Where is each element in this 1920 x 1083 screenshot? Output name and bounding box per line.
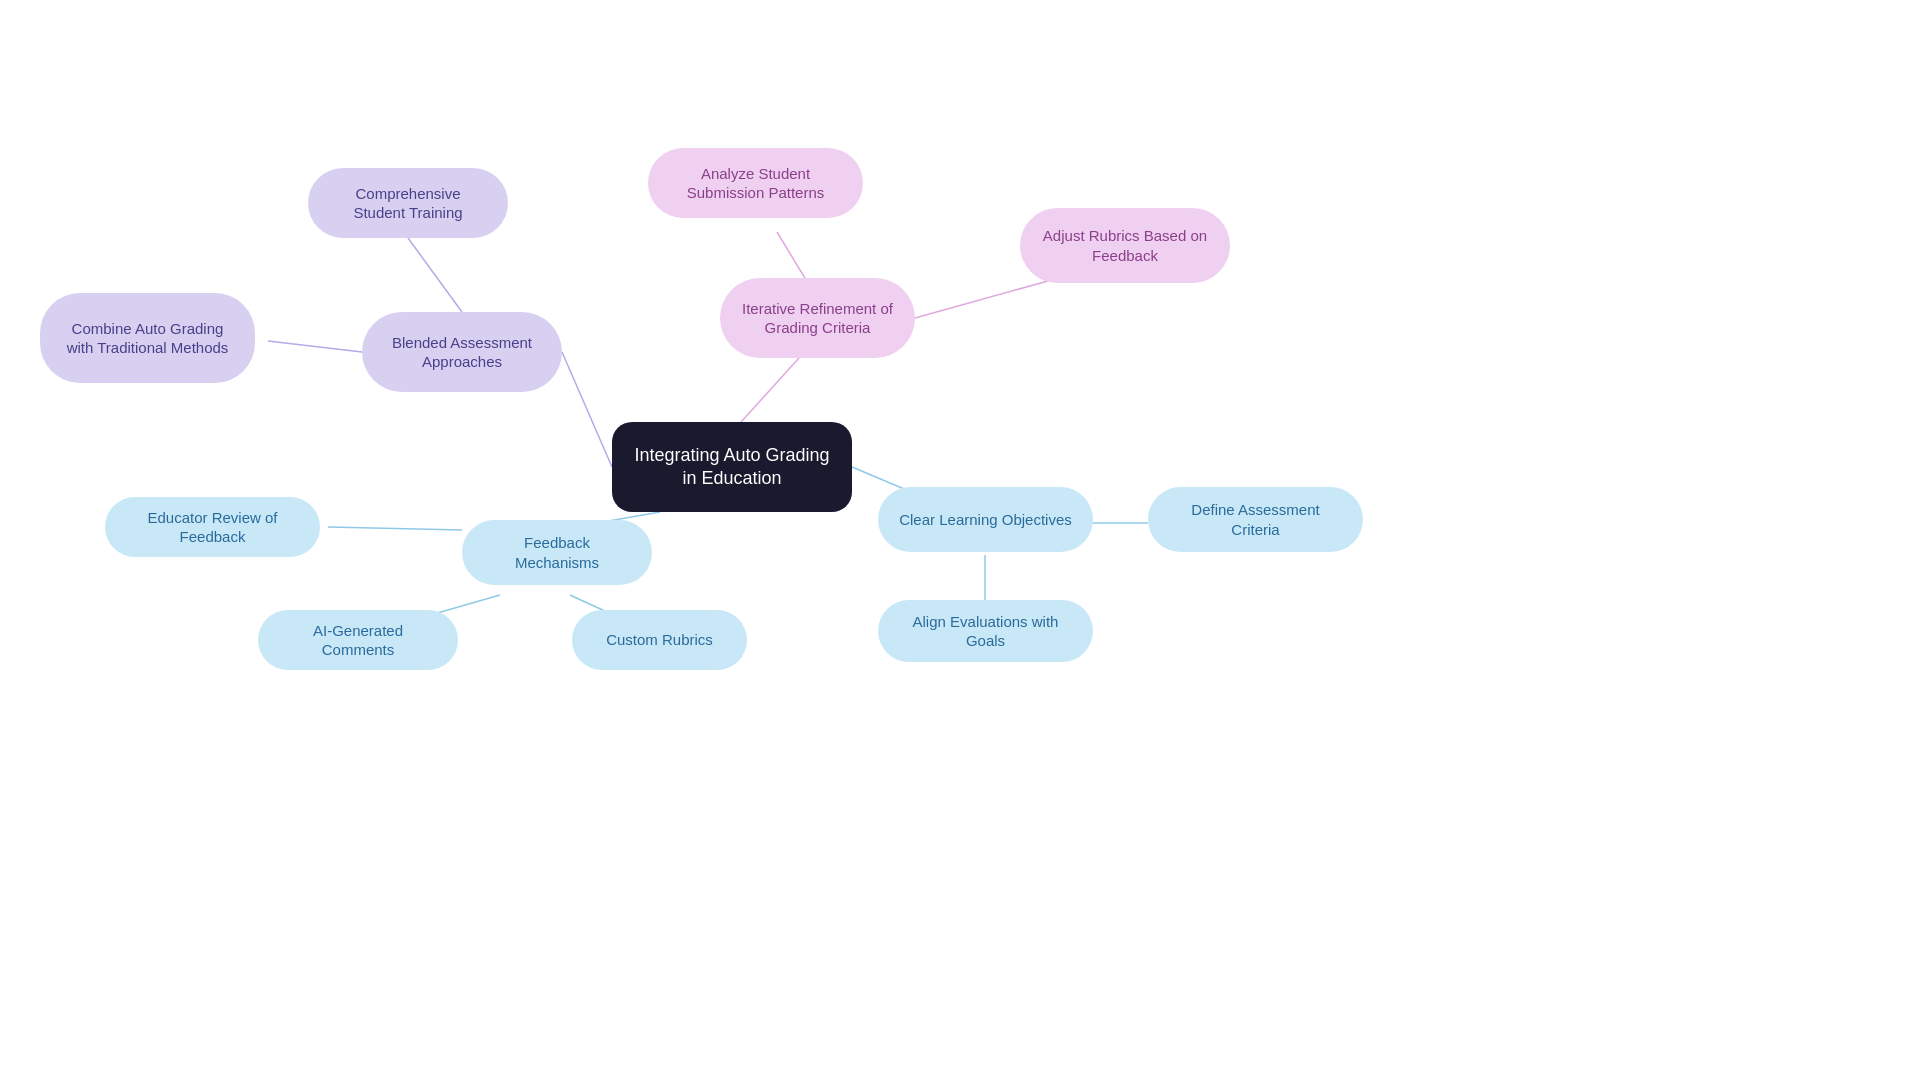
feedback-label: Feedback Mechanisms (482, 533, 632, 572)
analyze-label: Analyze Student Submission Patterns (668, 164, 843, 203)
analyze-patterns-node: Analyze Student Submission Patterns (648, 148, 863, 218)
svg-line-2 (268, 341, 362, 352)
blended-assessment-node: Blended Assessment Approaches (362, 312, 562, 392)
custom-rubrics-node: Custom Rubrics (572, 610, 747, 670)
clear-objectives-node: Clear Learning Objectives (878, 487, 1093, 552)
custom-label: Custom Rubrics (606, 630, 713, 650)
blended-label: Blended Assessment Approaches (382, 333, 542, 372)
clear-label: Clear Learning Objectives (899, 510, 1072, 530)
align-label: Align Evaluations with Goals (898, 612, 1073, 651)
educator-review-node: Educator Review of Feedback (105, 497, 320, 557)
center-label: Integrating Auto Grading in Education (632, 444, 832, 491)
ai-comments-node: AI-Generated Comments (258, 610, 458, 670)
svg-line-0 (562, 352, 612, 467)
ai-label: AI-Generated Comments (278, 621, 438, 660)
comprehensive-label: Comprehensive Student Training (328, 184, 488, 223)
svg-line-7 (328, 527, 462, 530)
adjust-label: Adjust Rubrics Based on Feedback (1040, 226, 1210, 265)
svg-line-5 (915, 281, 1048, 318)
define-criteria-node: Define Assessment Criteria (1148, 487, 1363, 552)
center-node: Integrating Auto Grading in Education (612, 422, 852, 512)
iterative-label: Iterative Refinement of Grading Criteria (740, 299, 895, 338)
iterative-refinement-node: Iterative Refinement of Grading Criteria (720, 278, 915, 358)
combine-label: Combine Auto Grading with Traditional Me… (60, 319, 235, 358)
feedback-mechanisms-node: Feedback Mechanisms (462, 520, 652, 585)
comprehensive-training-node: Comprehensive Student Training (308, 168, 508, 238)
align-evaluations-node: Align Evaluations with Goals (878, 600, 1093, 662)
combine-grading-node: Combine Auto Grading with Traditional Me… (40, 293, 255, 383)
adjust-rubrics-node: Adjust Rubrics Based on Feedback (1020, 208, 1230, 283)
educator-label: Educator Review of Feedback (125, 508, 300, 547)
define-label: Define Assessment Criteria (1168, 500, 1343, 539)
svg-line-1 (408, 238, 462, 312)
